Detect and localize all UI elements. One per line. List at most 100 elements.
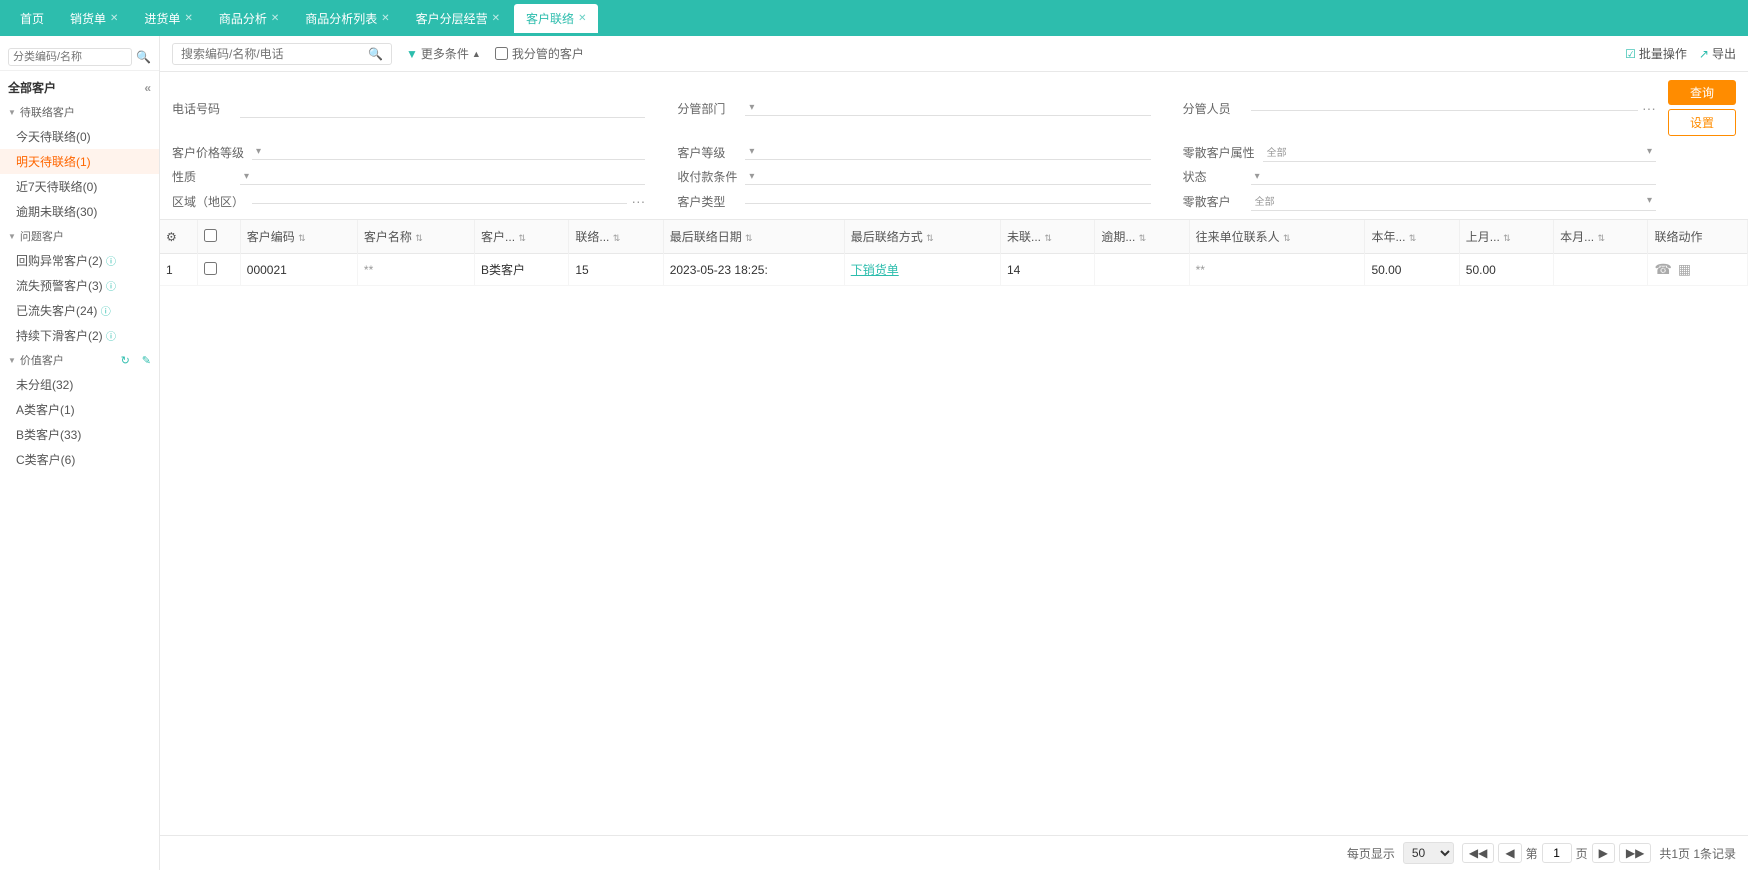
row-last-contact-date: 2023-05-23 18:25: — [663, 254, 844, 286]
filter-row-4: 区域（地区） ··· 客户类型 零散客户 全部 ▾ — [172, 191, 1736, 211]
sort-icon[interactable]: ⇅ — [298, 233, 306, 243]
query-button[interactable]: 查询 — [1668, 80, 1736, 105]
my-customers-checkbox[interactable] — [495, 47, 508, 60]
region-select[interactable] — [252, 199, 627, 204]
sidebar-item-class-b[interactable]: B类客户(33) — [0, 422, 159, 447]
col-contacts: 联络... ⇅ — [569, 220, 663, 254]
sidebar-item-churn-warning[interactable]: 流失预警客户(3) ⓘ — [0, 273, 159, 298]
bulk-operation-button[interactable]: ☑ 批量操作 — [1625, 45, 1687, 62]
close-icon[interactable]: ✕ — [184, 13, 192, 24]
grid-action-icon[interactable]: ▦ — [1678, 261, 1691, 278]
refresh-icon[interactable]: ↻ — [121, 354, 138, 367]
filter-cell-phone: 电话号码 — [172, 99, 645, 118]
retail-customer-select[interactable]: 全部 ▾ — [1251, 191, 1656, 211]
checkbox-icon: ☑ — [1625, 47, 1636, 61]
sidebar-item-today[interactable]: 今天待联络(0) — [0, 124, 159, 149]
sidebar-item-churned[interactable]: 已流失客户(24) ⓘ — [0, 298, 159, 323]
status-select[interactable]: ▾ — [1251, 169, 1656, 185]
price-level-select[interactable]: ▾ — [252, 144, 645, 160]
row-code: 000021 — [240, 254, 357, 286]
nav-product-analysis[interactable]: 商品分析 ✕ — [207, 4, 291, 33]
collapse-icon[interactable]: « — [144, 81, 151, 95]
phone-action-icon[interactable]: ☎ — [1654, 261, 1671, 278]
sort-icon[interactable]: ⇅ — [518, 233, 526, 243]
sidebar-item-declining[interactable]: 持续下滑客户(2) ⓘ — [0, 323, 159, 348]
col-this-month: 本月... ⇅ — [1554, 220, 1648, 254]
retail-attr-select[interactable]: 全部 ▾ — [1263, 142, 1656, 162]
nav-customer-contact[interactable]: 客户联络 ✕ — [514, 4, 598, 33]
sidebar-all-customers[interactable]: 全部客户 « — [0, 75, 159, 100]
close-icon[interactable]: ✕ — [578, 13, 586, 24]
sidebar-group-value-header: 价值客户 ↻ ✎ — [0, 348, 159, 372]
search-input[interactable] — [181, 47, 364, 61]
sidebar-item-class-c[interactable]: C类客户(6) — [0, 447, 159, 472]
row-no-contact: 14 — [1000, 254, 1094, 286]
dept-select[interactable]: ▾ — [745, 100, 1150, 116]
data-table: ⚙ 客户编码 ⇅ 客户名称 ⇅ 客户... ⇅ 联络... ⇅ 最后联络日期 ⇅… — [160, 220, 1748, 286]
row-action: ☎ ▦ — [1648, 254, 1748, 286]
sort-icon[interactable]: ⇅ — [1409, 233, 1417, 243]
more-icon[interactable]: ··· — [631, 193, 645, 209]
phone-input[interactable] — [240, 99, 645, 118]
nav-product-analysis-list[interactable]: 商品分析列表 ✕ — [293, 4, 401, 33]
sort-icon[interactable]: ⇅ — [1044, 233, 1052, 243]
customer-level-select[interactable]: ▾ — [745, 144, 1150, 160]
payment-select[interactable]: ▾ — [745, 169, 1150, 185]
edit-icon[interactable]: ✎ — [142, 354, 159, 367]
filter-cell-manager: 分管人员 ··· — [1183, 100, 1656, 117]
col-settings[interactable]: ⚙ — [160, 220, 198, 254]
close-icon[interactable]: ✕ — [381, 13, 389, 24]
close-icon[interactable]: ✕ — [492, 13, 500, 24]
top-navigation: 首页 销货单 ✕ 进货单 ✕ 商品分析 ✕ 商品分析列表 ✕ 客户分层经营 ✕ … — [0, 0, 1748, 36]
nature-select[interactable]: ▾ — [240, 169, 645, 185]
customer-type-select[interactable] — [745, 199, 1150, 204]
more-icon[interactable]: ··· — [1642, 100, 1656, 116]
more-filters-button[interactable]: ▼ 更多条件 ▲ — [400, 42, 487, 65]
select-all-checkbox[interactable] — [204, 229, 217, 242]
nav-customer-layered[interactable]: 客户分层经营 ✕ — [404, 4, 512, 33]
export-button[interactable]: ↗ 导出 — [1699, 45, 1736, 62]
filter-row-1: 电话号码 分管部门 ▾ 分管人员 ··· 查询 设置 — [172, 80, 1736, 136]
next-page-button[interactable]: ▶ — [1592, 843, 1615, 863]
search-icon[interactable]: 🔍 — [136, 50, 151, 64]
row-contacts: 15 — [569, 254, 663, 286]
sidebar-item-overdue[interactable]: 逾期未联络(30) — [0, 199, 159, 224]
last-page-button[interactable]: ▶▶ — [1619, 843, 1651, 863]
settings-button[interactable]: 设置 — [1668, 109, 1736, 136]
row-checkbox[interactable] — [198, 254, 240, 286]
search-button[interactable]: 🔍 — [368, 47, 383, 61]
filter-row-2: 客户价格等级 ▾ 客户等级 ▾ 零散客户属性 全部 ▾ — [172, 142, 1736, 162]
sidebar-item-repurchase-abnormal[interactable]: 回购异常客户(2) ⓘ — [0, 248, 159, 273]
row-this-month — [1554, 254, 1648, 286]
sort-icon[interactable]: ⇅ — [745, 233, 753, 243]
manager-select[interactable] — [1251, 106, 1638, 111]
row-name: ** — [357, 254, 474, 286]
sidebar-search-input[interactable] — [8, 48, 132, 66]
nav-purchase-order[interactable]: 进货单 ✕ — [132, 4, 204, 33]
sort-icon[interactable]: ⇅ — [1283, 233, 1291, 243]
prev-page-button[interactable]: ◀ — [1498, 843, 1521, 863]
sidebar-item-tomorrow[interactable]: 明天待联络(1) — [0, 149, 159, 174]
sort-icon[interactable]: ⇅ — [415, 233, 423, 243]
row-last-contact-method[interactable]: 下销货单 — [844, 254, 1000, 286]
close-icon[interactable]: ✕ — [271, 13, 279, 24]
sidebar-item-class-a[interactable]: A类客户(1) — [0, 397, 159, 422]
sort-icon[interactable]: ⇅ — [1139, 233, 1147, 243]
filter-cell-customer-type: 客户类型 — [677, 193, 1150, 210]
sidebar-item-7days[interactable]: 近7天待联络(0) — [0, 174, 159, 199]
sort-icon[interactable]: ⇅ — [613, 233, 621, 243]
close-icon[interactable]: ✕ — [110, 13, 118, 24]
sort-icon[interactable]: ⇅ — [926, 233, 934, 243]
page-input[interactable] — [1542, 843, 1572, 863]
nav-home[interactable]: 首页 — [8, 4, 56, 33]
nav-sales-order[interactable]: 销货单 ✕ — [58, 4, 130, 33]
sort-icon[interactable]: ⇅ — [1503, 233, 1511, 243]
filter-cell-payment: 收付款条件 ▾ — [677, 168, 1150, 185]
per-page-select[interactable]: 50 100 200 — [1403, 842, 1454, 864]
filter-cell-retail-attr: 零散客户属性 全部 ▾ — [1183, 142, 1656, 162]
sidebar-item-ungrouped[interactable]: 未分组(32) — [0, 372, 159, 397]
sort-icon[interactable]: ⇅ — [1597, 233, 1605, 243]
first-page-button[interactable]: ◀◀ — [1462, 843, 1494, 863]
filter-panel: 电话号码 分管部门 ▾ 分管人员 ··· 查询 设置 — [160, 72, 1748, 220]
table-header-row: ⚙ 客户编码 ⇅ 客户名称 ⇅ 客户... ⇅ 联络... ⇅ 最后联络日期 ⇅… — [160, 220, 1748, 254]
